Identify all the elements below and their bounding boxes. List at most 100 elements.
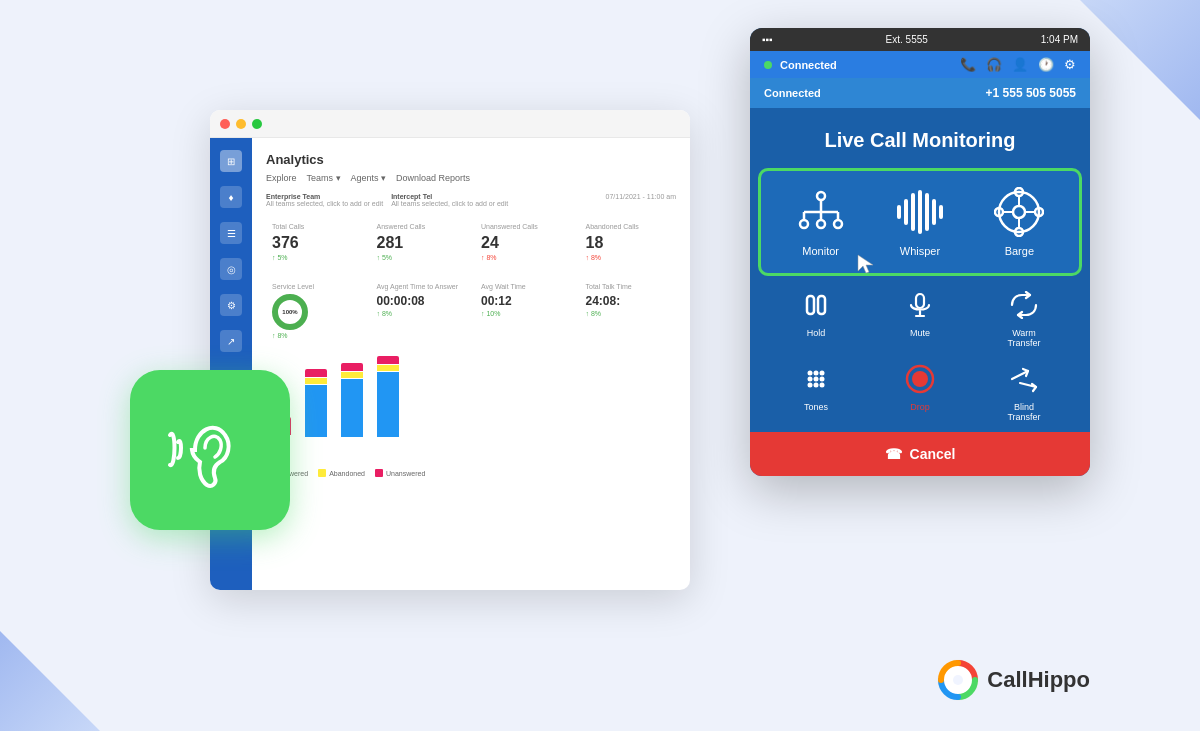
bar-3 [338, 363, 366, 437]
connected-status-label: Connected [780, 59, 952, 71]
nav-agents[interactable]: Agents ▾ [351, 173, 387, 183]
bar-chart [266, 357, 676, 457]
window-titlebar [210, 110, 690, 138]
whisper-label: Whisper [900, 245, 940, 257]
barge-icon [994, 187, 1044, 237]
mute-icon [901, 286, 939, 324]
nav-explore[interactable]: Explore [266, 173, 297, 183]
svg-rect-20 [818, 296, 825, 314]
legend-unanswered: Unanswered [375, 469, 425, 477]
svg-point-32 [820, 383, 825, 388]
analytics-nav: Explore Teams ▾ Agents ▾ Download Report… [266, 173, 676, 183]
svg-point-37 [953, 675, 963, 685]
tones-control[interactable]: Tones [764, 360, 868, 422]
svg-point-24 [808, 371, 813, 376]
sidebar-icon-4[interactable]: ◎ [220, 258, 242, 280]
svg-point-26 [820, 371, 825, 376]
phone-number: +1 555 505 5055 [986, 86, 1076, 100]
sidebar-icon-2[interactable]: ♦ [220, 186, 242, 208]
phone-number-bar: Connected +1 555 505 5055 [750, 78, 1090, 108]
stat-unanswered-calls: Unanswered Calls 24 ↑ 8% [475, 217, 572, 267]
hold-icon [797, 286, 835, 324]
phone-ui: ▪▪▪ Ext. 5555 1:04 PM Connected 📞 🎧 👤 🕐 … [750, 28, 1090, 476]
barge-label: Barge [1005, 245, 1034, 257]
mute-control[interactable]: Mute [868, 286, 972, 348]
blind-transfer-label: BlindTransfer [1007, 402, 1040, 422]
monitor-icon [796, 187, 846, 237]
stat-answered-calls: Answered Calls 281 ↑ 5% [371, 217, 468, 267]
maximize-dot[interactable] [252, 119, 262, 129]
monitor-action[interactable]: Monitor [771, 187, 870, 257]
signal-icon: ▪▪▪ [762, 34, 773, 45]
drop-label: Drop [910, 402, 930, 412]
call-icon[interactable]: 📞 [960, 57, 976, 72]
ear-icon-container [130, 370, 290, 530]
svg-point-28 [814, 377, 819, 382]
cancel-bar[interactable]: ☎ Cancel [750, 432, 1090, 476]
stat-service-level: Service Level ↑ 8% [266, 277, 363, 345]
nav-reports[interactable]: Download Reports [396, 173, 470, 183]
svg-rect-0 [817, 192, 825, 200]
tones-label: Tones [804, 402, 828, 412]
nav-teams[interactable]: Teams ▾ [307, 173, 341, 183]
svg-point-31 [814, 383, 819, 388]
hold-label: Hold [807, 328, 826, 338]
hold-control[interactable]: Hold [764, 286, 868, 348]
close-dot[interactable] [220, 119, 230, 129]
bar-4 [374, 356, 402, 437]
svg-point-27 [808, 377, 813, 382]
svg-point-30 [808, 383, 813, 388]
stat-abandoned-calls: Abandoned Calls 18 ↑ 8% [580, 217, 677, 267]
settings-icon[interactable]: ⚙ [1064, 57, 1076, 72]
drop-control[interactable]: Drop [868, 360, 972, 422]
blind-transfer-icon [1005, 360, 1043, 398]
cancel-label: Cancel [910, 446, 956, 462]
filter-enterprise[interactable]: Enterprise Team All teams selected, clic… [266, 193, 383, 207]
whisper-icon [895, 187, 945, 237]
stat-total-calls: Total Calls 376 ↑ 5% [266, 217, 363, 267]
cancel-phone-icon: ☎ [885, 446, 902, 462]
headset-icon[interactable]: 🎧 [986, 57, 1002, 72]
svg-point-34 [912, 371, 928, 387]
logo-text: CallHippo [987, 667, 1090, 693]
analytics-title: Analytics [266, 152, 676, 167]
sidebar-icon-5[interactable]: ⚙ [220, 294, 242, 316]
filter-intercept[interactable]: Intercept Tel All teams selected, click … [391, 193, 508, 207]
live-monitoring-title: Live Call Monitoring [764, 128, 1076, 152]
drop-icon [901, 360, 939, 398]
date-range: 07/11/2021 - 11:00 am [606, 193, 676, 207]
tones-icon [797, 360, 835, 398]
status-indicator [764, 61, 772, 69]
minimize-dot[interactable] [236, 119, 246, 129]
contact-icon[interactable]: 👤 [1012, 57, 1028, 72]
svg-point-25 [814, 371, 819, 376]
bar-2 [302, 369, 330, 437]
stat-avg-answer: Avg Agent Time to Answer 00:00:08 ↑ 8% [371, 277, 468, 345]
stats-grid2: Service Level ↑ 8% Avg Agent Time to Ans… [266, 277, 676, 345]
live-call-monitoring-section: Live Call Monitoring [750, 108, 1090, 168]
warm-transfer-label: WarmTransfer [1007, 328, 1040, 348]
sidebar-icon-3[interactable]: ☰ [220, 222, 242, 244]
warm-transfer-control[interactable]: WarmTransfer [972, 286, 1076, 348]
stat-avg-wait: Avg Wait Time 00:12 ↑ 10% [475, 277, 572, 345]
svg-rect-21 [916, 294, 924, 308]
svg-rect-19 [807, 296, 814, 314]
svg-rect-2 [817, 220, 825, 228]
svg-point-29 [820, 377, 825, 382]
connected-text: Connected [764, 87, 821, 99]
whisper-action[interactable]: Whisper [870, 187, 969, 257]
barge-action[interactable]: Barge [970, 187, 1069, 257]
svg-rect-1 [800, 220, 808, 228]
blind-transfer-control[interactable]: BlindTransfer [972, 360, 1076, 422]
monitor-label: Monitor [802, 245, 839, 257]
phone-statusbar: ▪▪▪ Ext. 5555 1:04 PM [750, 28, 1090, 51]
sidebar-icon-1[interactable]: ⊞ [220, 150, 242, 172]
svg-point-10 [1013, 206, 1025, 218]
history-icon[interactable]: 🕐 [1038, 57, 1054, 72]
chart-container: Answered Abandoned Unanswered [266, 357, 676, 477]
sidebar-icon-6[interactable]: ↗ [220, 330, 242, 352]
logo-icon [937, 659, 979, 701]
phone-connected-bar: Connected 📞 🎧 👤 🕐 ⚙ [750, 51, 1090, 78]
phone-nav-icons: 📞 🎧 👤 🕐 ⚙ [960, 57, 1076, 72]
legend-abandoned: Abandoned [318, 469, 365, 477]
